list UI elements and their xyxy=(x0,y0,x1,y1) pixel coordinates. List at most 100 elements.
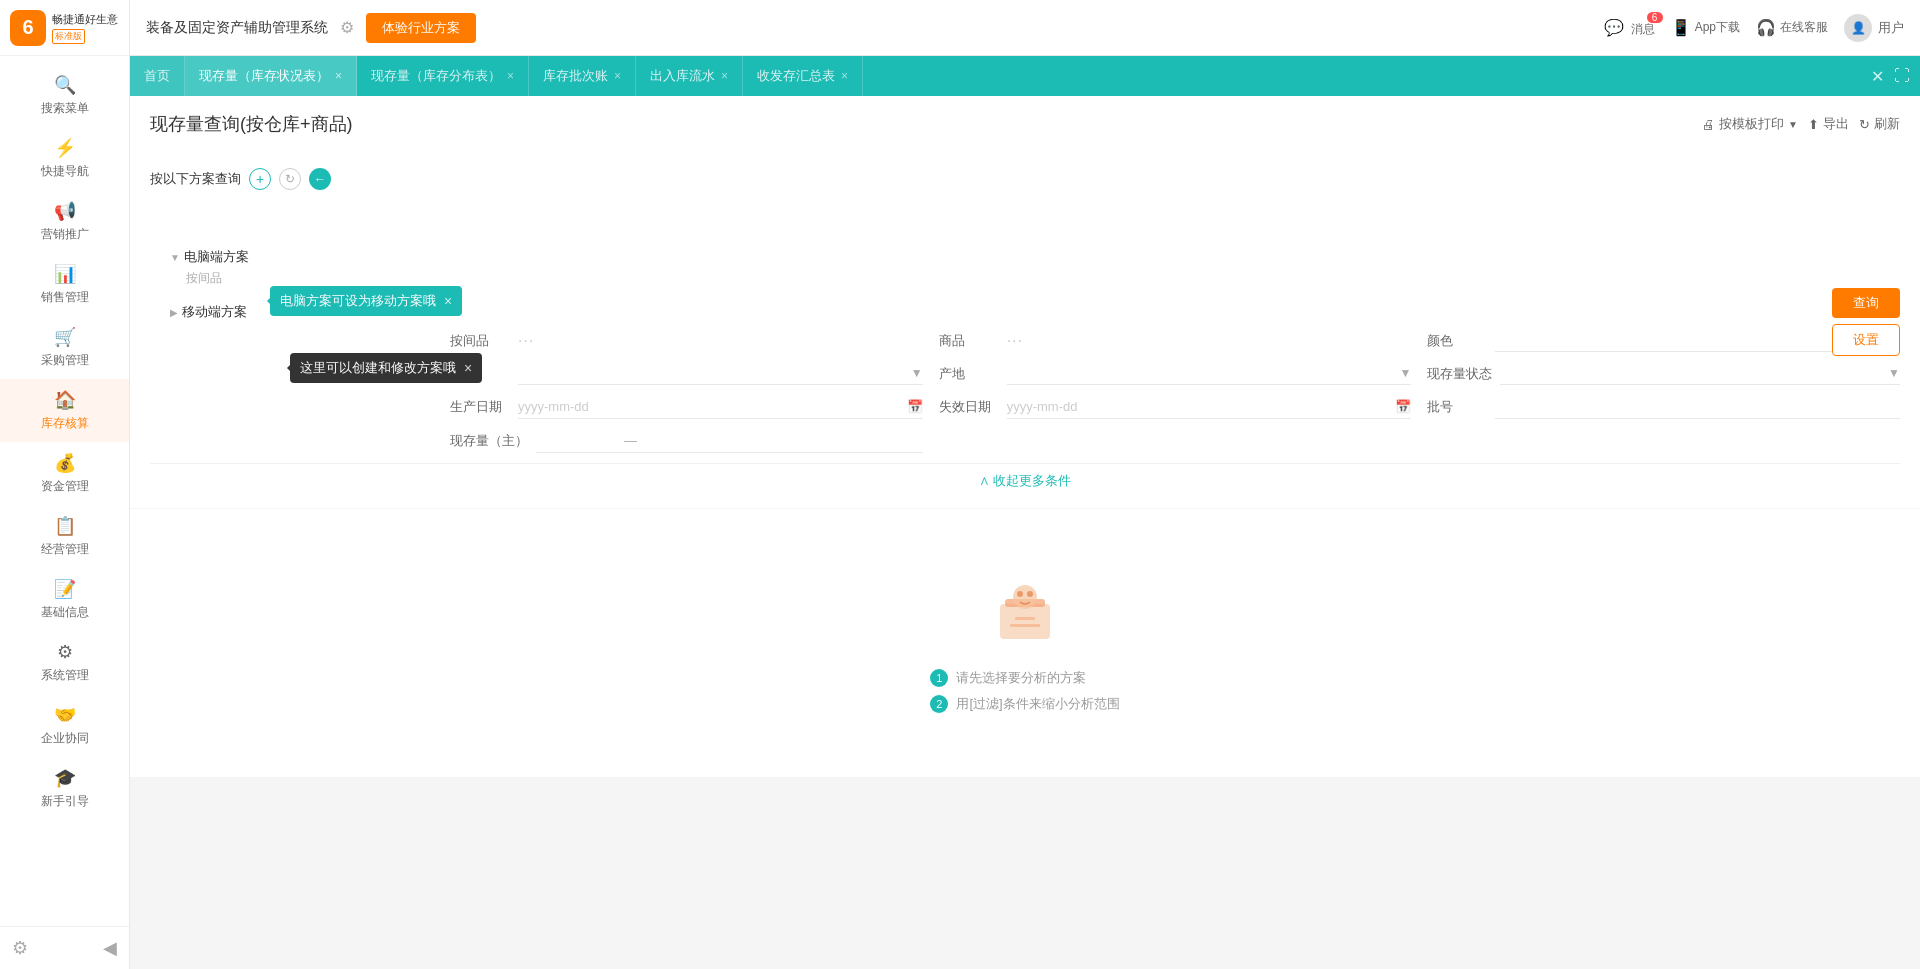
tab-home-label: 首页 xyxy=(144,67,170,85)
inventory-field: 现存量（主） — xyxy=(450,429,923,453)
filter-refresh-button[interactable]: ↻ xyxy=(279,168,301,190)
tab-bar-end: ✕ ⛶ xyxy=(1861,56,1920,96)
sidebar-label-nav: 快捷导航 xyxy=(41,163,89,180)
collapse-sidebar-icon[interactable]: ◀ xyxy=(103,937,117,959)
sidebar-item-collab[interactable]: 🤝企业协同 xyxy=(0,694,129,757)
connector-dot xyxy=(365,306,375,316)
app-download-wrapper[interactable]: 📱 App下载 xyxy=(1671,18,1740,37)
sidebar-item-system[interactable]: ⚙系统管理 xyxy=(0,631,129,694)
sidebar-item-management[interactable]: 📋经营管理 xyxy=(0,505,129,568)
production-date-calendar-icon[interactable]: 📅 xyxy=(907,399,923,414)
expiry-date-calendar-icon[interactable]: 📅 xyxy=(1395,399,1411,414)
sidebar-icon-nav: ⚡ xyxy=(54,137,76,159)
message-badge: 6 xyxy=(1647,12,1663,23)
filter-header: 按以下方案查询 + ↻ ← xyxy=(150,168,1900,190)
tab-stock-dist-close[interactable]: × xyxy=(507,69,514,83)
message-icon: 💬 xyxy=(1604,19,1624,36)
sidebar-icon-system: ⚙ xyxy=(57,641,73,663)
tab-summary-close[interactable]: × xyxy=(841,69,848,83)
scheme-pc-label: 电脑端方案 xyxy=(184,248,249,266)
reset-button[interactable]: 设置 xyxy=(1832,324,1900,356)
system-name: 装备及固定资产辅助管理系统 xyxy=(146,19,328,37)
size-select[interactable]: ▼ xyxy=(518,362,923,385)
print-label: 按模板打印 xyxy=(1719,115,1784,133)
logo-text: 畅捷通好生意 标准版 xyxy=(52,12,118,44)
sidebar-item-sales[interactable]: 📊销售管理 xyxy=(0,253,129,316)
filter-back-button[interactable]: ← xyxy=(309,168,331,190)
sidebar-item-marketing[interactable]: 📢营销推广 xyxy=(0,190,129,253)
scheme-tooltip-close[interactable]: × xyxy=(444,293,452,309)
trial-button[interactable]: 体验行业方案 xyxy=(366,13,476,43)
sidebar-label-search: 搜索菜单 xyxy=(41,100,89,117)
product-field: 商品 ··· xyxy=(939,332,1412,350)
sidebar-icon-finance: 💰 xyxy=(54,452,76,474)
tab-stock-status[interactable]: 现存量（库存状况表） × xyxy=(185,56,357,96)
sidebar-icon-search: 🔍 xyxy=(54,74,76,96)
headset-icon: 🎧 xyxy=(1756,18,1776,37)
query-button[interactable]: 查询 xyxy=(1832,288,1900,318)
sidebar-item-guide[interactable]: 🎓新手引导 xyxy=(0,757,129,820)
tab-inout[interactable]: 出入库流水 × xyxy=(636,56,743,96)
print-icon: 🖨 xyxy=(1702,117,1715,132)
expiry-date-label: 失效日期 xyxy=(939,398,999,416)
tab-home[interactable]: 首页 xyxy=(130,56,185,96)
sidebar-item-purchase[interactable]: 🛒采购管理 xyxy=(0,316,129,379)
sidebar-item-search[interactable]: 🔍 搜索菜单 xyxy=(0,64,129,127)
origin-select[interactable]: ▼ xyxy=(1007,362,1412,385)
inventory-min-input[interactable] xyxy=(536,433,616,448)
settings-gear-icon[interactable]: ⚙ xyxy=(340,18,354,37)
empty-illustration xyxy=(985,569,1065,649)
collapse-row[interactable]: ∧ 收起更多条件 xyxy=(150,463,1900,498)
print-button[interactable]: 🖨 按模板打印 ▼ xyxy=(1702,115,1798,133)
stock-status-select[interactable]: ▼ xyxy=(1500,362,1900,385)
settings-icon[interactable]: ⚙ xyxy=(12,937,28,959)
export-button[interactable]: ⬆ 导出 xyxy=(1808,115,1849,133)
empty-tip-1-text: 请先选择要分析的方案 xyxy=(956,665,1086,691)
query-buttons: 查询 设置 xyxy=(1832,288,1900,356)
tab-stock-dist-label: 现存量（库存分布表） xyxy=(371,67,501,85)
scheme-product-label: 按间品 xyxy=(186,270,222,287)
batch-input[interactable] xyxy=(1495,395,1900,419)
product-label: 商品 xyxy=(939,332,999,350)
sidebar-item-inventory[interactable]: 🏠库存核算 xyxy=(0,379,129,442)
color-field: 颜色 ▼ xyxy=(1427,329,1900,352)
online-service-wrapper[interactable]: 🎧 在线客服 xyxy=(1756,18,1828,37)
warehouse-label: 按间品 xyxy=(450,332,510,350)
warehouse-field: 按间品 ··· xyxy=(450,332,923,350)
expiry-date-input[interactable]: yyyy-mm-dd 📅 xyxy=(1007,395,1412,419)
stock-status-dropdown-icon: ▼ xyxy=(1888,366,1900,380)
online-service-label: 在线客服 xyxy=(1780,19,1828,36)
page-title-row: 现存量查询(按仓库+商品) 🖨 按模板打印 ▼ ⬆ 导出 ↻ 刷新 xyxy=(150,112,1900,136)
message-icon-wrapper[interactable]: 💬 6 消息 xyxy=(1604,18,1654,38)
tab-batch-close[interactable]: × xyxy=(614,69,621,83)
filter-row-3: 生产日期 yyyy-mm-dd 📅 失效日期 yyyy-mm-dd 📅 xyxy=(450,395,1900,419)
tab-batch[interactable]: 库存批次账 × xyxy=(529,56,636,96)
svg-point-3 xyxy=(1017,591,1023,597)
filter-add-button[interactable]: + xyxy=(249,168,271,190)
tab-inout-close[interactable]: × xyxy=(721,69,728,83)
batch-field: 批号 xyxy=(1427,395,1900,419)
sidebar-icon-sales: 📊 xyxy=(54,263,76,285)
warehouse-dots: ··· xyxy=(518,332,534,350)
sidebar-icon-basic: 📝 xyxy=(54,578,76,600)
tab-stock-status-close[interactable]: × xyxy=(335,69,342,83)
sidebar-icon-purchase: 🛒 xyxy=(54,326,76,348)
tab-maximize-icon[interactable]: ⛶ xyxy=(1894,67,1910,85)
edit-tooltip-close[interactable]: × xyxy=(464,360,472,376)
tab-stock-dist[interactable]: 现存量（库存分布表） × xyxy=(357,56,529,96)
tab-summary[interactable]: 收发存汇总表 × xyxy=(743,56,863,96)
sidebar-item-finance[interactable]: 💰资金管理 xyxy=(0,442,129,505)
production-date-input[interactable]: yyyy-mm-dd 📅 xyxy=(518,395,923,419)
scheme-node-pc[interactable]: ▼ 电脑端方案 xyxy=(170,248,1900,266)
user-menu[interactable]: 👤 用户 xyxy=(1844,14,1904,42)
scheme-node-product[interactable]: 按间品 xyxy=(186,270,1900,287)
sidebar-icon-management: 📋 xyxy=(54,515,76,537)
expand-icon: ▼ xyxy=(170,252,180,263)
sidebar-item-basic[interactable]: 📝基础信息 xyxy=(0,568,129,631)
header-left: 装备及固定资产辅助管理系统 ⚙ 体验行业方案 xyxy=(146,13,476,43)
sidebar-item-nav[interactable]: ⚡ 快捷导航 xyxy=(0,127,129,190)
refresh-button[interactable]: ↻ 刷新 xyxy=(1859,115,1900,133)
chevron-up-icon: ∧ xyxy=(979,473,990,488)
origin-dropdown-icon: ▼ xyxy=(1399,366,1411,380)
tab-close-all-icon[interactable]: ✕ xyxy=(1871,67,1884,86)
